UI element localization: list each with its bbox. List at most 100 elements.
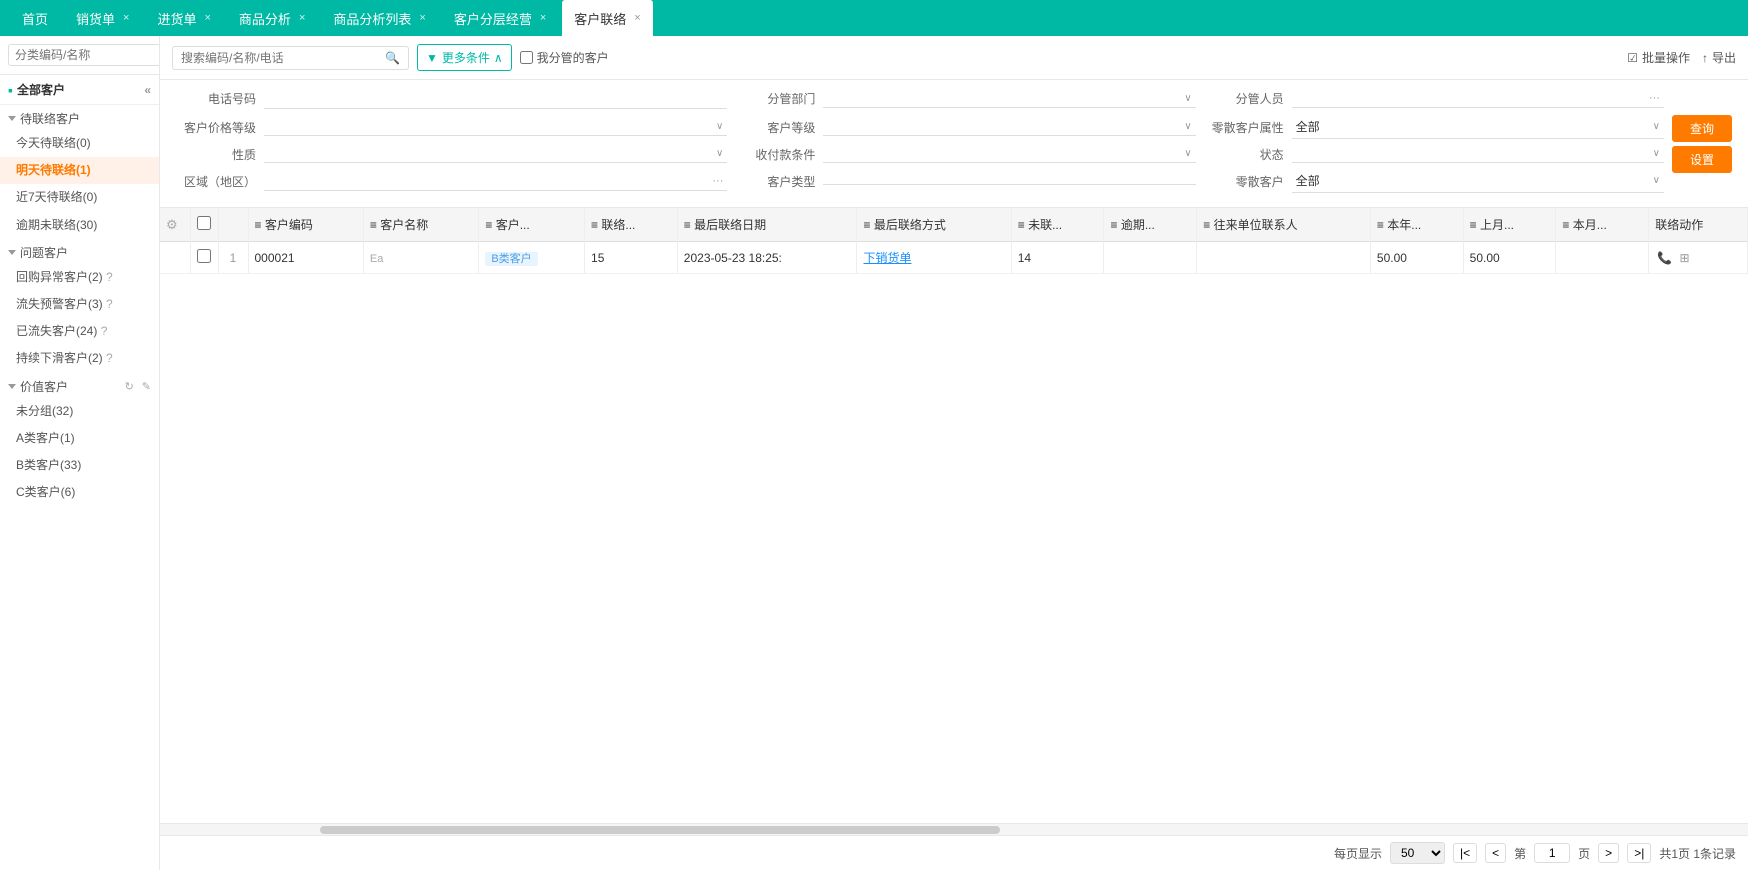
table-row: 1 000021 Ea B类客户 15 2023-05-23 18:25: 下销… xyxy=(160,242,1748,274)
sidebar-group-problem: 问题客户 xyxy=(0,239,159,264)
more-options-icon[interactable]: ··· xyxy=(1649,92,1660,104)
filter-row-1: 电话号码 分管部门 ∨ 分管人员 ··· xyxy=(176,88,1664,109)
sidebar-item-c-class[interactable]: C类客户(6) xyxy=(0,479,159,506)
settings-icon[interactable]: ⚙ xyxy=(166,217,178,232)
col-action: 联络动作 xyxy=(1649,208,1748,242)
all-customers-header[interactable]: ▪ 全部客户 « xyxy=(0,75,159,105)
refresh-icon[interactable]: ↻ xyxy=(125,380,134,393)
col-overdue: ≡ 逾期... xyxy=(1104,208,1197,242)
sidebar-item-repurchase-abnormal[interactable]: 回购异常客户(2) ? xyxy=(0,264,159,291)
my-customer-checkbox[interactable] xyxy=(520,51,533,64)
nav-product-analysis-list[interactable]: 商品分析列表 × xyxy=(321,0,437,36)
nav-purchase[interactable]: 进货单 × xyxy=(145,0,222,36)
row-last-month: 50.00 xyxy=(1463,242,1556,274)
filter-row-2: 客户价格等级 ∨ 客户等级 ∨ 零散客户属性 全部 xyxy=(176,115,1664,139)
filter-select-customer-type[interactable] xyxy=(823,178,1195,185)
row-unit-contact xyxy=(1197,242,1371,274)
total-records: 共1页 1条记录 xyxy=(1659,845,1736,862)
set-button[interactable]: 设置 xyxy=(1672,146,1732,173)
sidebar-search-area: 🔍 xyxy=(0,36,159,75)
select-all-checkbox[interactable] xyxy=(197,216,211,230)
collapse-icon[interactable]: « xyxy=(144,83,151,97)
filter-select-price-level[interactable]: ∨ xyxy=(264,118,727,136)
filter-select-payment[interactable]: ∨ xyxy=(823,145,1195,163)
close-icon[interactable]: × xyxy=(204,12,210,24)
close-icon[interactable]: × xyxy=(540,12,546,24)
per-page-select[interactable]: 50 100 200 xyxy=(1390,842,1445,864)
sidebar-item-b-class[interactable]: B类客户(33) xyxy=(0,452,159,479)
col-unit-contact: ≡ 往来单位联系人 xyxy=(1197,208,1371,242)
row-name: Ea xyxy=(363,242,478,274)
sidebar-item-a-class[interactable]: A类客户(1) xyxy=(0,425,159,452)
sidebar-item-today[interactable]: 今天待联络(0) xyxy=(0,130,159,157)
table-header-row: ⚙ ≡ 客户编码 ≡ 客户名称 ≡ 客户... xyxy=(160,208,1748,242)
search-input[interactable] xyxy=(181,51,381,65)
next-page-btn[interactable]: > xyxy=(1598,843,1619,863)
sidebar-item-churn-warning[interactable]: 流失预警客户(3) ? xyxy=(0,291,159,318)
sidebar-item-churned[interactable]: 已流失客户(24) ? xyxy=(0,318,159,345)
sidebar-group-value: 价值客户 ↻ ✎ xyxy=(0,373,159,398)
nav-customer-tier[interactable]: 客户分层经营 × xyxy=(442,0,558,36)
row-code: 000021 xyxy=(248,242,363,274)
my-customer-checkbox-label[interactable]: 我分管的客户 xyxy=(520,49,609,66)
search-icon[interactable]: 🔍 xyxy=(385,51,400,65)
col-customer-name: ≡ 客户名称 xyxy=(363,208,478,242)
sidebar-search-input[interactable] xyxy=(8,44,160,66)
customer-table: ⚙ ≡ 客户编码 ≡ 客户名称 ≡ 客户... xyxy=(160,208,1748,274)
col-customer-type: ≡ 客户... xyxy=(479,208,585,242)
sidebar-item-declining[interactable]: 持续下滑客户(2) ? xyxy=(0,345,159,372)
filter-panel: 电话号码 分管部门 ∨ 分管人员 ··· 客户 xyxy=(160,80,1748,208)
sidebar-item-tomorrow[interactable]: 明天待联络(1) xyxy=(0,157,159,184)
scrollbar-thumb[interactable] xyxy=(320,826,1000,834)
first-page-btn[interactable]: |< xyxy=(1453,843,1477,863)
close-icon[interactable]: × xyxy=(634,12,640,24)
more-options-icon[interactable]: ··· xyxy=(712,175,723,187)
row-this-year: 50.00 xyxy=(1370,242,1463,274)
sidebar: 🔍 ▪ 全部客户 « 待联络客户 今天待联络(0) 明天待联络(1) 近7天待联… xyxy=(0,36,160,870)
chevron-down-icon xyxy=(8,384,16,389)
chevron-down-icon: ∨ xyxy=(716,121,723,132)
chevron-down-icon: ∨ xyxy=(716,148,723,159)
filter-select-status[interactable]: ∨ xyxy=(1292,145,1664,163)
filter-select-scatter-attr[interactable]: 全部 ∨ xyxy=(1292,115,1664,139)
sidebar-item-overdue[interactable]: 逾期未联络(30) xyxy=(0,212,159,239)
col-contact-count: ≡ 联络... xyxy=(585,208,678,242)
filter-select-nature[interactable]: ∨ xyxy=(264,145,727,163)
col-this-year: ≡ 本年... xyxy=(1370,208,1463,242)
close-icon[interactable]: × xyxy=(123,12,129,24)
last-page-btn[interactable]: >| xyxy=(1627,843,1651,863)
chevron-down-icon xyxy=(8,116,16,121)
row-select-checkbox[interactable] xyxy=(197,249,211,263)
sidebar-item-ungrouped[interactable]: 未分组(32) xyxy=(0,398,159,425)
query-button[interactable]: 查询 xyxy=(1672,115,1732,142)
filter-select-dept[interactable]: ∨ xyxy=(823,90,1195,108)
top-nav: 首页 销货单 × 进货单 × 商品分析 × 商品分析列表 × 客户分层经营 × … xyxy=(0,0,1748,36)
filter-select-scatter[interactable]: 全部 ∨ xyxy=(1292,169,1664,193)
page-number-input[interactable] xyxy=(1534,843,1570,863)
filter-row-4: 区域（地区） ··· 客户类型 零散客户 全部 ∨ xyxy=(176,169,1664,193)
filter-input-phone[interactable] xyxy=(264,88,727,109)
sidebar-item-7days[interactable]: 近7天待联络(0) xyxy=(0,184,159,211)
row-checkbox xyxy=(190,242,218,274)
search-bar: 🔍 ▼ 更多条件 ∧ 我分管的客户 ☑ 批量操作 ↑ 导出 xyxy=(160,36,1748,80)
nav-home[interactable]: 首页 xyxy=(10,0,60,36)
table-footer: 每页显示 50 100 200 |< < 第 页 > >| 共1页 1条记录 xyxy=(160,835,1748,870)
horizontal-scrollbar[interactable] xyxy=(160,823,1748,835)
qr-icon[interactable]: ⊞ xyxy=(1679,251,1689,265)
batch-ops-btn[interactable]: ☑ 批量操作 xyxy=(1627,49,1690,66)
sidebar-group-pending: 待联络客户 xyxy=(0,105,159,130)
chevron-down-icon: ∨ xyxy=(1653,121,1660,132)
more-filter-btn[interactable]: ▼ 更多条件 ∧ xyxy=(417,44,512,71)
close-icon[interactable]: × xyxy=(419,12,425,24)
close-icon[interactable]: × xyxy=(299,12,305,24)
filter-select-customer-level[interactable]: ∨ xyxy=(823,118,1195,136)
last-contact-link[interactable]: 下销货单 xyxy=(863,251,911,265)
prev-page-btn[interactable]: < xyxy=(1485,843,1506,863)
row-type: B类客户 xyxy=(479,242,585,274)
export-btn[interactable]: ↑ 导出 xyxy=(1702,49,1736,66)
nav-product-analysis[interactable]: 商品分析 × xyxy=(227,0,317,36)
edit-icon[interactable]: ✎ xyxy=(142,380,151,393)
call-icon[interactable]: 📞 xyxy=(1657,251,1672,265)
nav-sales[interactable]: 销货单 × xyxy=(64,0,141,36)
nav-customer-contact[interactable]: 客户联络 × xyxy=(562,0,652,36)
